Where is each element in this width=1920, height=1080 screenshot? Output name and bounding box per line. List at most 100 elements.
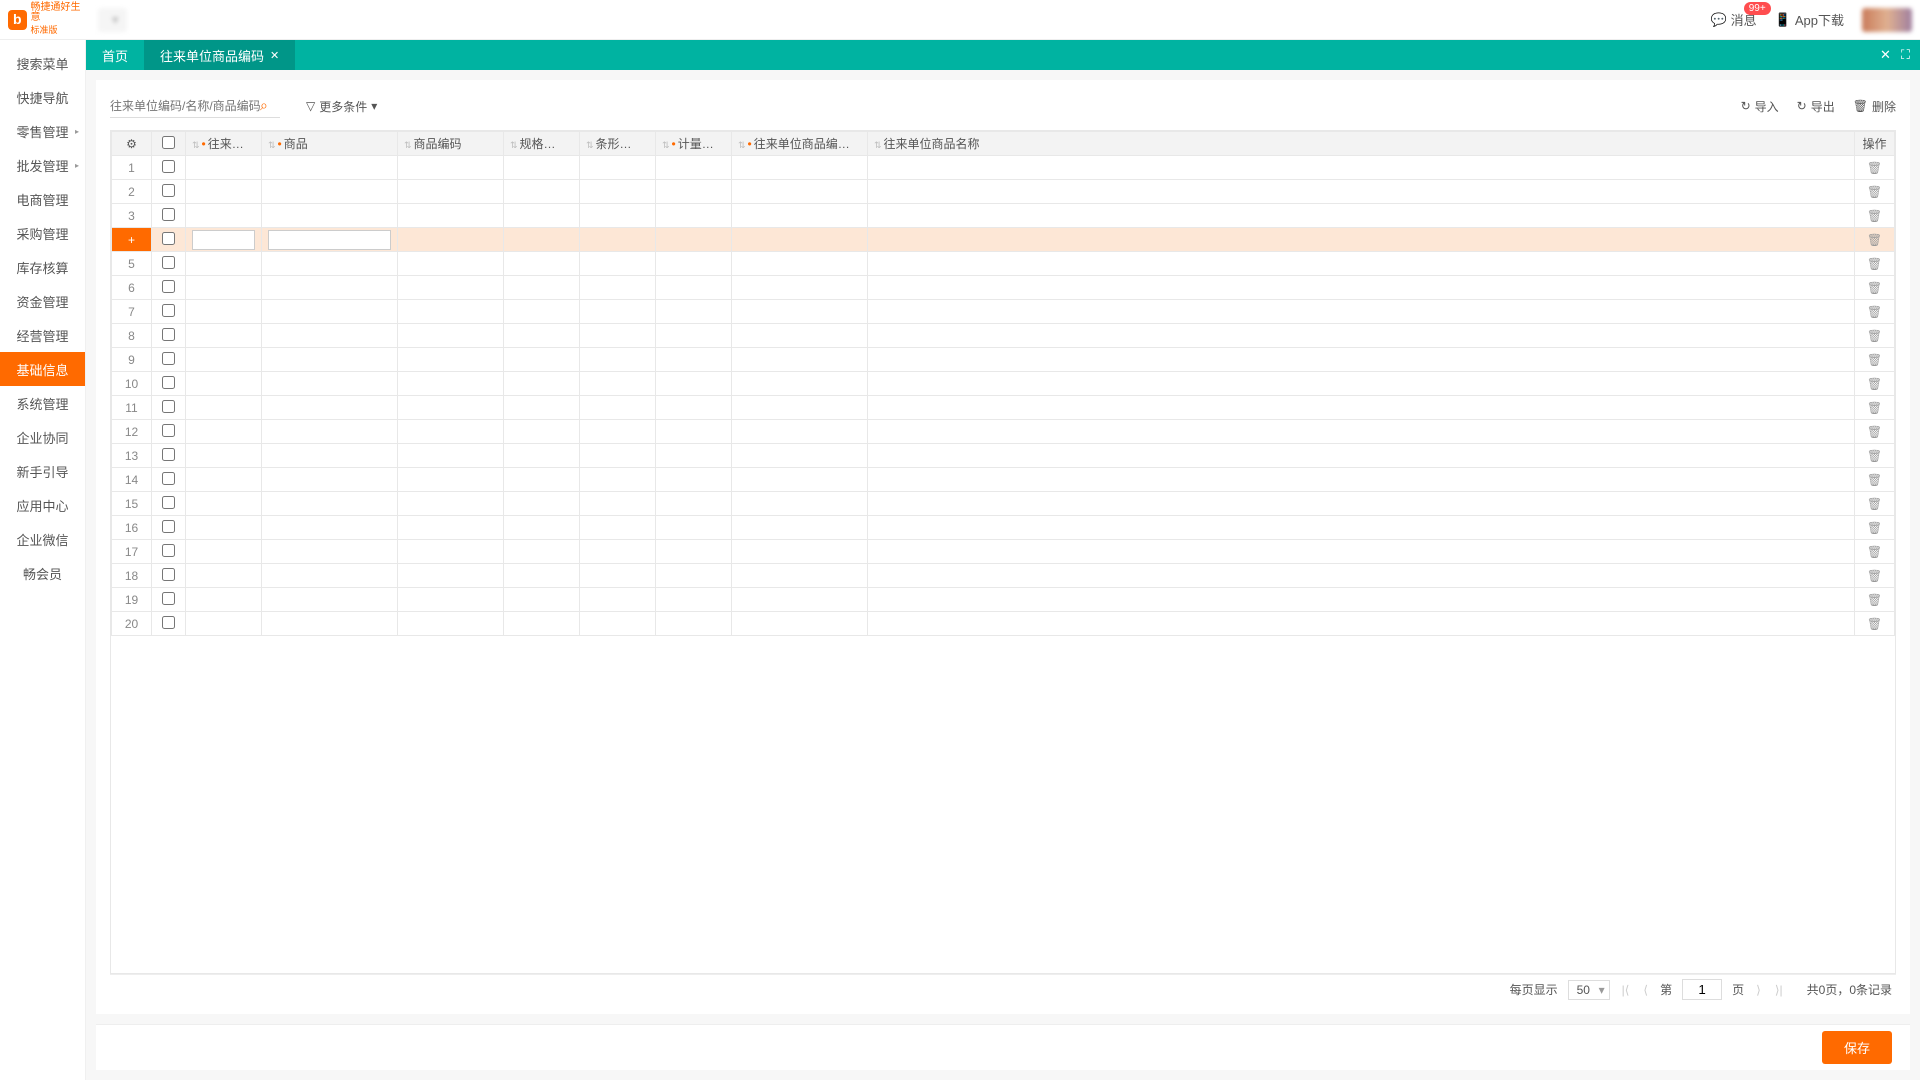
cell[interactable] xyxy=(262,516,398,540)
cell[interactable] xyxy=(580,180,656,204)
cell[interactable] xyxy=(868,228,1855,252)
cell[interactable] xyxy=(398,324,504,348)
cell[interactable] xyxy=(186,324,262,348)
cell[interactable] xyxy=(504,492,580,516)
delete-button[interactable]: 🗑 删除 xyxy=(1853,98,1896,115)
export-button[interactable]: ↻ 导出 xyxy=(1797,98,1835,115)
per-page-select[interactable]: 50 xyxy=(1568,980,1610,1000)
cell[interactable] xyxy=(504,420,580,444)
cell[interactable] xyxy=(580,348,656,372)
row-delete-icon[interactable]: 🗑 xyxy=(1867,353,1882,367)
cell[interactable] xyxy=(398,516,504,540)
row-checkbox[interactable] xyxy=(162,400,175,413)
cell[interactable] xyxy=(868,396,1855,420)
cell[interactable] xyxy=(868,300,1855,324)
sidebar-item-5[interactable]: 采购管理 xyxy=(0,216,85,250)
cell[interactable] xyxy=(656,420,732,444)
cell[interactable] xyxy=(580,324,656,348)
cell[interactable] xyxy=(732,396,868,420)
import-button[interactable]: ↻ 导入 xyxy=(1741,98,1779,115)
cell[interactable] xyxy=(186,348,262,372)
cell[interactable] xyxy=(504,156,580,180)
cell[interactable] xyxy=(186,204,262,228)
cell[interactable] xyxy=(504,468,580,492)
tab-partner-product-code[interactable]: 往来单位商品编码 ✕ xyxy=(144,40,295,70)
cell[interactable] xyxy=(656,276,732,300)
cell[interactable] xyxy=(262,300,398,324)
cell[interactable] xyxy=(186,516,262,540)
cell[interactable] xyxy=(186,372,262,396)
table-row[interactable]: 17🗑 xyxy=(112,540,1895,564)
cell[interactable] xyxy=(656,348,732,372)
sidebar-item-1[interactable]: 快捷导航 xyxy=(0,80,85,114)
cell[interactable] xyxy=(732,564,868,588)
cell[interactable] xyxy=(732,228,868,252)
cell[interactable] xyxy=(186,540,262,564)
cell[interactable] xyxy=(868,468,1855,492)
cell[interactable] xyxy=(186,252,262,276)
cell[interactable] xyxy=(262,492,398,516)
cell[interactable] xyxy=(580,372,656,396)
fullscreen-icon[interactable]: ⛶ xyxy=(1901,47,1910,63)
table-row[interactable]: 2🗑 xyxy=(112,180,1895,204)
cell[interactable] xyxy=(186,492,262,516)
row-checkbox[interactable] xyxy=(162,232,175,245)
cell[interactable] xyxy=(732,372,868,396)
row-delete-icon[interactable]: 🗑 xyxy=(1867,521,1882,535)
cell[interactable] xyxy=(398,276,504,300)
cell[interactable] xyxy=(262,252,398,276)
cell[interactable] xyxy=(262,348,398,372)
sidebar-item-7[interactable]: 资金管理 xyxy=(0,284,85,318)
table-row[interactable]: 5🗑 xyxy=(112,252,1895,276)
table-row[interactable]: 19🗑 xyxy=(112,588,1895,612)
row-checkbox[interactable] xyxy=(162,520,175,533)
sidebar-item-12[interactable]: 新手引导 xyxy=(0,454,85,488)
table-row[interactable]: 3🗑 xyxy=(112,204,1895,228)
cell[interactable] xyxy=(504,228,580,252)
last-page-button[interactable]: ⟩| xyxy=(1773,983,1785,997)
row-delete-icon[interactable]: 🗑 xyxy=(1867,329,1882,343)
cell[interactable] xyxy=(398,420,504,444)
search-icon[interactable]: ⌕ xyxy=(260,97,268,114)
cell[interactable] xyxy=(656,180,732,204)
cell[interactable] xyxy=(504,300,580,324)
cell[interactable] xyxy=(868,516,1855,540)
cell[interactable] xyxy=(868,204,1855,228)
sidebar-item-0[interactable]: 搜索菜单 xyxy=(0,46,85,80)
row-checkbox[interactable] xyxy=(162,160,175,173)
close-icon[interactable]: ✕ xyxy=(270,49,279,62)
cell[interactable] xyxy=(732,276,868,300)
cell[interactable] xyxy=(504,444,580,468)
row-delete-icon[interactable]: 🗑 xyxy=(1867,305,1882,319)
cell[interactable] xyxy=(186,588,262,612)
cell[interactable] xyxy=(656,516,732,540)
cell[interactable] xyxy=(186,180,262,204)
cell[interactable] xyxy=(398,156,504,180)
row-delete-icon[interactable]: 🗑 xyxy=(1867,593,1882,607)
cell[interactable] xyxy=(732,300,868,324)
row-checkbox[interactable] xyxy=(162,424,175,437)
sidebar-item-10[interactable]: 系统管理 xyxy=(0,386,85,420)
cell[interactable] xyxy=(504,348,580,372)
cell[interactable] xyxy=(186,300,262,324)
row-delete-icon[interactable]: 🗑 xyxy=(1867,377,1882,391)
row-checkbox[interactable] xyxy=(162,376,175,389)
cell[interactable] xyxy=(868,324,1855,348)
page-input[interactable] xyxy=(1682,979,1722,1000)
cell[interactable] xyxy=(868,444,1855,468)
table-row[interactable]: 15🗑 xyxy=(112,492,1895,516)
cell[interactable] xyxy=(262,276,398,300)
row-delete-icon[interactable]: 🗑 xyxy=(1867,617,1882,631)
cell[interactable] xyxy=(186,564,262,588)
row-delete-icon[interactable]: 🗑 xyxy=(1867,425,1882,439)
cell[interactable] xyxy=(868,540,1855,564)
cell[interactable] xyxy=(398,396,504,420)
row-delete-icon[interactable]: 🗑 xyxy=(1867,257,1882,271)
cell-input[interactable] xyxy=(268,230,391,250)
cell[interactable] xyxy=(580,468,656,492)
table-row[interactable]: 1🗑 xyxy=(112,156,1895,180)
add-row-icon[interactable]: + xyxy=(124,232,140,248)
cell[interactable] xyxy=(186,276,262,300)
app-download-button[interactable]: 📱 App下载 xyxy=(1775,10,1844,29)
cell[interactable] xyxy=(504,180,580,204)
